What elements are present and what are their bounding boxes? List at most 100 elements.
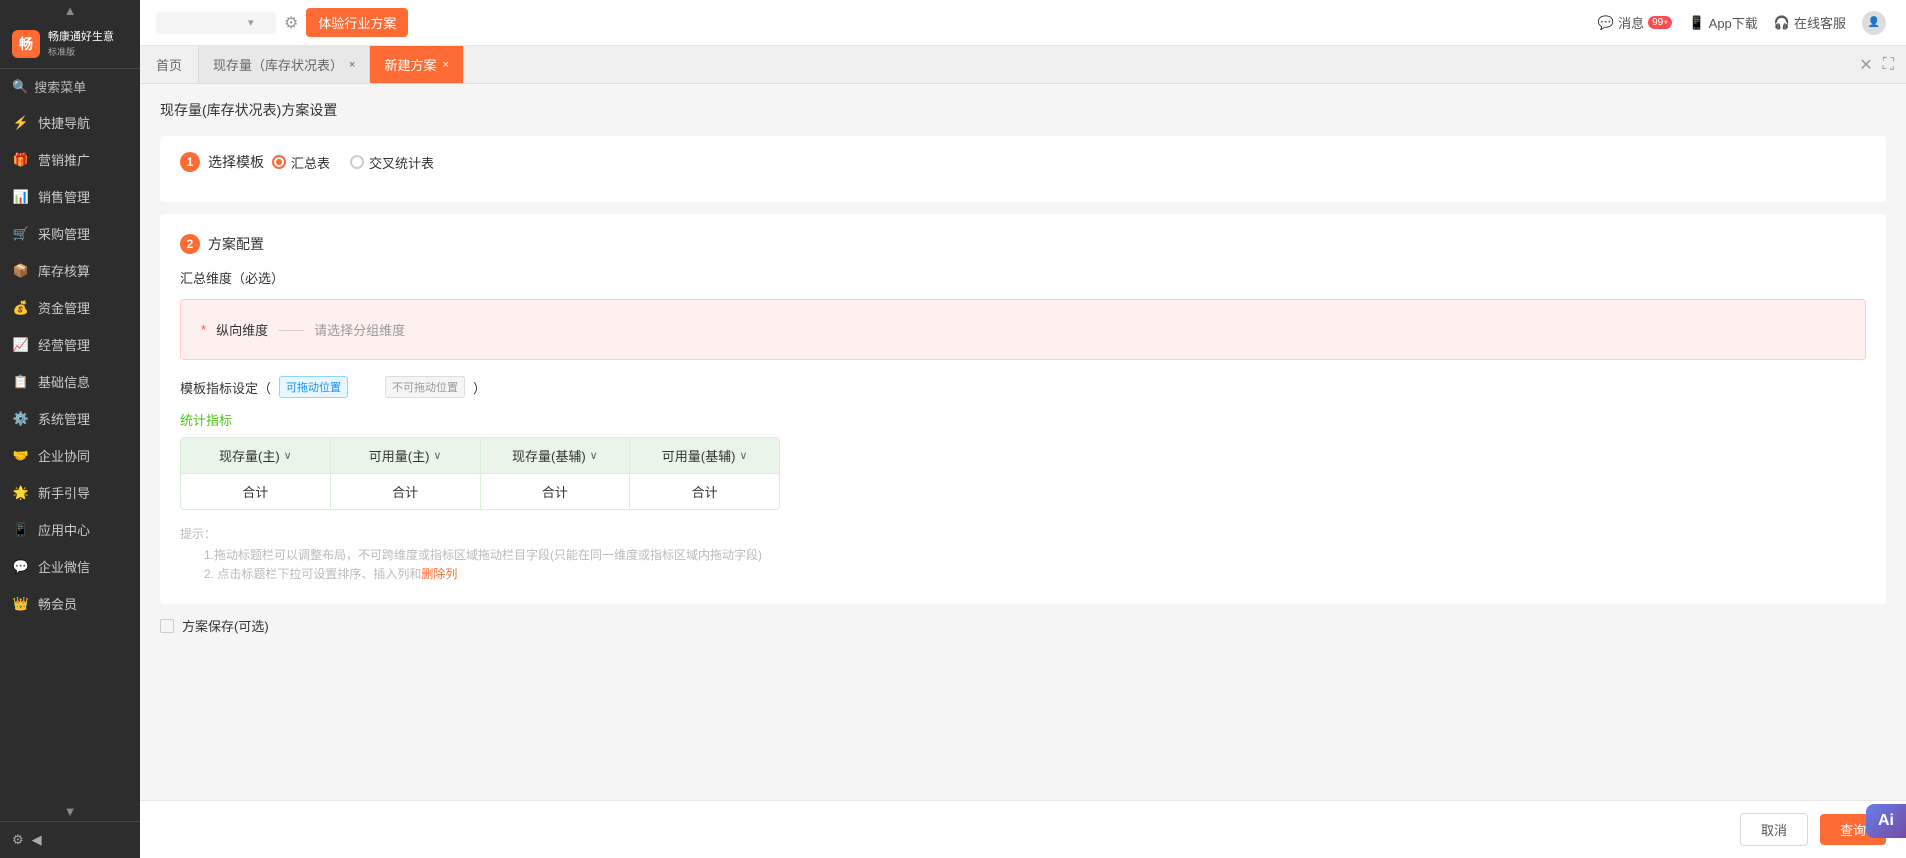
service-icon: 🎧	[1774, 15, 1790, 31]
tips-title: 提示：	[180, 525, 1866, 542]
tab-new-plan-label: 新建方案	[384, 55, 436, 74]
topbar-search-input[interactable]	[164, 16, 244, 30]
message-btn[interactable]: 💬 消息 99+	[1598, 13, 1673, 32]
sidebar-item-sales[interactable]: 📊 销售管理	[0, 178, 140, 215]
online-service-btn[interactable]: 🎧 在线客服	[1774, 13, 1846, 32]
sidebar-item-finance[interactable]: 💰 资金管理	[0, 289, 140, 326]
page-title: 现存量(库存状况表)方案设置	[160, 100, 1886, 120]
sidebar-scroll-down[interactable]: ▼	[0, 801, 140, 821]
tab-new-plan-close[interactable]: ×	[442, 59, 448, 71]
apps-icon: 📱	[12, 521, 30, 539]
stats-data-col4: 合计	[630, 473, 779, 509]
stats-section: 统计指标 现存量(主) ∨ 可用量(主) ∨ 现存量(基辅)	[180, 410, 1866, 513]
business-icon: 📈	[12, 336, 30, 354]
stats-header-col3[interactable]: 现存量(基辅) ∨	[481, 438, 631, 473]
sidebar-item-basic[interactable]: 📋 基础信息	[0, 363, 140, 400]
stats-header-col2[interactable]: 可用量(主) ∨	[331, 438, 481, 473]
stats-data-col1: 合计	[181, 473, 331, 509]
sidebar-item-business[interactable]: 📈 经营管理	[0, 326, 140, 363]
user-menu[interactable]: 👤	[1862, 11, 1890, 35]
sidebar-item-label: 畅会员	[38, 594, 77, 613]
app-download-btn[interactable]: 📱 App下载	[1688, 13, 1757, 32]
indicator-label-text: 模板指标设定（ 可拖动位置 不可拖动位置 ）	[180, 376, 1866, 398]
sidebar-item-newbie[interactable]: 🌟 新手引导	[0, 474, 140, 511]
non-draggable-tag: 不可拖动位置	[385, 376, 465, 398]
tab-inventory-close[interactable]: ×	[349, 59, 355, 71]
ai-fab-button[interactable]: Ai	[1866, 804, 1906, 838]
radio-cross[interactable]: 交叉统计表	[350, 153, 434, 172]
sidebar-item-label: 销售管理	[38, 187, 90, 206]
sidebar-item-inventory[interactable]: 📦 库存核算	[0, 252, 140, 289]
main-area: ▾ ⚙ 体验行业方案 💬 消息 99+ 📱 App下载 🎧 在线客服	[140, 0, 1906, 858]
finance-icon: 💰	[12, 299, 30, 317]
sidebar-item-quick-nav[interactable]: ⚡ 快捷导航	[0, 104, 140, 141]
search-wrap: ▾	[156, 12, 276, 34]
section1-card: 1 选择模板 汇总表 交叉统计表	[160, 136, 1886, 202]
inventory-icon: 📦	[12, 262, 30, 280]
sidebar-scroll-up[interactable]: ▲	[0, 0, 140, 20]
tip-item-1: 1.拖动标题栏可以调整布局，不可跨维度或指标区域拖动栏目字段(只能在同一维度或指…	[204, 546, 1866, 563]
sidebar-item-purchase[interactable]: 🛒 采购管理	[0, 215, 140, 252]
tab-home[interactable]: 首页	[140, 46, 199, 83]
dimension-box[interactable]: * 纵向维度 —— 请选择分组维度	[180, 299, 1866, 360]
app-download-label: App下载	[1709, 13, 1758, 32]
radio-summary-dot	[276, 159, 282, 165]
tab-new-plan[interactable]: 新建方案 ×	[370, 46, 463, 83]
wechat-icon: 💬	[12, 558, 30, 576]
tips-section: 提示： 1.拖动标题栏可以调整布局，不可跨维度或指标区域拖动栏目字段(只能在同一…	[180, 525, 1866, 582]
sidebar-search[interactable]: 🔍 搜索菜单	[0, 69, 140, 104]
message-icon: 💬	[1598, 15, 1614, 31]
topbar-left: ▾ ⚙ 体验行业方案	[156, 8, 1586, 37]
radio-cross-circle	[350, 155, 364, 169]
tab-close-all-icon[interactable]: ✕	[1859, 55, 1872, 75]
sidebar-item-apps[interactable]: 📱 应用中心	[0, 511, 140, 548]
save-option[interactable]: 方案保存(可选)	[160, 616, 1886, 635]
section1-num: 1	[180, 152, 200, 172]
stats-col1-chevron[interactable]: ∨	[284, 449, 292, 462]
sidebar-item-contract[interactable]: 🤝 企业协同	[0, 437, 140, 474]
sidebar-search-label: 搜索菜单	[34, 77, 86, 96]
sidebar-item-label: 营销推广	[38, 150, 90, 169]
industry-btn[interactable]: 体验行业方案	[306, 8, 408, 37]
sidebar-item-vip[interactable]: 👑 畅会员	[0, 585, 140, 622]
sidebar-item-label: 经营管理	[38, 335, 90, 354]
stats-col4-chevron[interactable]: ∨	[739, 449, 747, 462]
radio-summary-label: 汇总表	[291, 153, 330, 172]
section2-card: 2 方案配置 汇总维度（必选） * 纵向维度 —— 请选择分组维度 模板指标设定…	[160, 214, 1886, 604]
sidebar-item-label: 企业协同	[38, 446, 90, 465]
sidebar-item-label: 系统管理	[38, 409, 90, 428]
sidebar-item-label: 库存核算	[38, 261, 90, 280]
newbie-icon: 🌟	[12, 484, 30, 502]
sidebar-item-wechat[interactable]: 💬 企业微信	[0, 548, 140, 585]
dimension-placeholder[interactable]: 请选择分组维度	[314, 320, 405, 339]
radio-summary[interactable]: 汇总表	[272, 153, 330, 172]
sidebar-item-system[interactable]: ⚙️ 系统管理	[0, 400, 140, 437]
stats-col3-label: 现存量(基辅)	[512, 446, 586, 465]
stats-header-col1[interactable]: 现存量(主) ∨	[181, 438, 331, 473]
topbar-dropdown-icon[interactable]: ▾	[248, 16, 254, 29]
tabs-right-controls: ✕ ⛶	[1847, 55, 1906, 75]
tab-expand-icon[interactable]: ⛶	[1883, 56, 1894, 74]
marketing-icon: 🎁	[12, 151, 30, 169]
save-option-label: 方案保存(可选)	[182, 616, 269, 635]
indicator-settings: 模板指标设定（ 可拖动位置 不可拖动位置 ）	[180, 376, 1866, 398]
cancel-button[interactable]: 取消	[1740, 813, 1808, 846]
topbar-gear-icon[interactable]: ⚙	[284, 13, 298, 33]
service-label: 在线客服	[1794, 13, 1846, 32]
tab-inventory[interactable]: 现存量（库存状况表） ×	[199, 46, 370, 83]
system-icon: ⚙️	[12, 410, 30, 428]
sidebar-item-label: 应用中心	[38, 520, 90, 539]
settings-icon[interactable]: ⚙	[12, 832, 24, 848]
basic-icon: 📋	[12, 373, 30, 391]
save-checkbox[interactable]	[160, 619, 174, 633]
message-label: 消息	[1618, 13, 1644, 32]
sidebar-item-label: 新手引导	[38, 483, 90, 502]
purchase-icon: 🛒	[12, 225, 30, 243]
stats-header-col4[interactable]: 可用量(基辅) ∨	[630, 438, 779, 473]
stats-col3-chevron[interactable]: ∨	[590, 449, 598, 462]
sidebar-item-marketing[interactable]: 🎁 营销推广	[0, 141, 140, 178]
collapse-icon[interactable]: ◀	[32, 832, 42, 848]
dimension-dash: ——	[278, 322, 304, 337]
stats-col2-chevron[interactable]: ∨	[433, 449, 441, 462]
app-download-icon: 📱	[1688, 15, 1704, 31]
